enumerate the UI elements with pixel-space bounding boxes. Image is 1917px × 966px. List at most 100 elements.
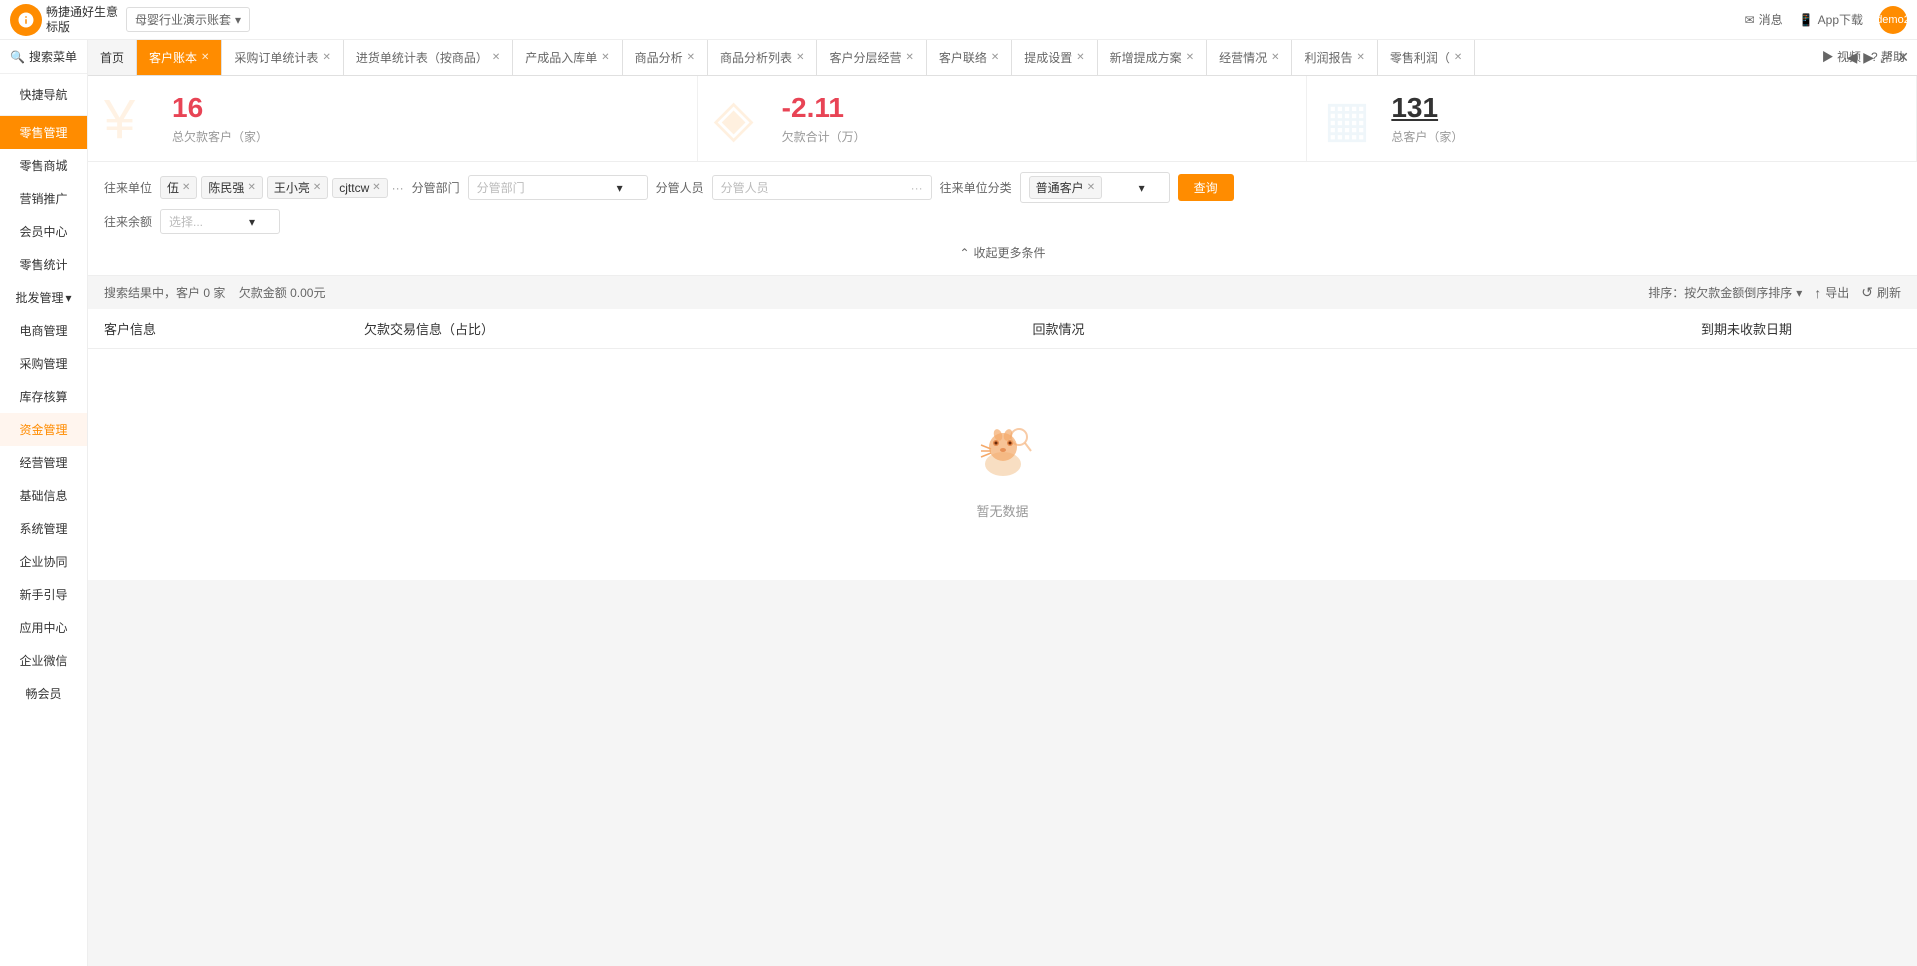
- results-actions: 排序：按欠款金额倒序排序 ▾ ↑ 导出 ↺ 刷新: [1648, 284, 1901, 301]
- account-dropdown[interactable]: 母婴行业演示账套 ▾: [126, 7, 250, 32]
- col-due-date: 到期未收款日期: [1701, 319, 1901, 338]
- tab-close-customer-layer[interactable]: ✕: [905, 52, 913, 63]
- tab-purchase-order[interactable]: 采购订单统计表 ✕: [222, 40, 343, 76]
- tab-close-product-list[interactable]: ✕: [796, 52, 804, 63]
- col-payment: 回款情况: [1033, 319, 1702, 338]
- sidebar-search[interactable]: 🔍 搜索菜单: [0, 40, 87, 74]
- tab-close-raise[interactable]: ✕: [1076, 52, 1084, 63]
- sort-select[interactable]: 排序：按欠款金额倒序排序 ▾: [1648, 284, 1802, 301]
- search-button[interactable]: 查询: [1178, 174, 1234, 201]
- collapse-button[interactable]: ⌃ 收起更多条件: [104, 240, 1901, 265]
- tab-customer-contact[interactable]: 客户联络 ✕: [927, 40, 1012, 76]
- unit-tag-2-close[interactable]: ✕: [313, 182, 321, 193]
- tab-inbound[interactable]: 进货单统计表（按商品） ✕: [344, 40, 513, 76]
- unit-class-filter-select[interactable]: 普通客户 ✕ ▾: [1020, 172, 1170, 203]
- tab-close-product-analysis[interactable]: ✕: [687, 52, 695, 63]
- tab-close-new-raise[interactable]: ✕: [1186, 52, 1194, 63]
- sidebar-item-basic-info[interactable]: 基础信息: [0, 479, 87, 512]
- tab-operation[interactable]: 经营情况 ✕: [1207, 40, 1292, 76]
- unit-tag-3-close[interactable]: ✕: [372, 182, 380, 193]
- results-row: 搜索结果中，客户 0 家 欠款金额 0.00元 排序：按欠款金额倒序排序 ▾: [88, 276, 1917, 309]
- tab-product-analysis-list[interactable]: 商品分析列表 ✕: [708, 40, 817, 76]
- tab-close-accounts[interactable]: ✕: [201, 52, 209, 63]
- sidebar-item-wholesale[interactable]: 批发管理▾: [0, 281, 87, 314]
- tab-close-production[interactable]: ✕: [601, 52, 609, 63]
- stat-credit-amount-value: -2.11: [782, 92, 866, 124]
- results-summary: 搜索结果中，客户 0 家 欠款金额 0.00元: [104, 284, 325, 301]
- logo-text: 畅捷通好生意 标版: [46, 5, 118, 34]
- tab-close-inbound[interactable]: ✕: [492, 52, 500, 63]
- stat-card-credit-customers: ¥ 16 总欠款客户（家）: [88, 76, 698, 161]
- sidebar-item-marketing[interactable]: 营销推广: [0, 182, 87, 215]
- tab-raise-settings[interactable]: 提成设置 ✕: [1012, 40, 1097, 76]
- avatar[interactable]: demo2: [1879, 6, 1907, 34]
- unit-tag-3[interactable]: cjttcw✕: [332, 178, 387, 198]
- unit-tag-2[interactable]: 王小亮✕: [267, 176, 328, 199]
- table-header: 客户信息 欠款交易信息（占比） 回款情况 到期未收款日期: [88, 309, 1917, 349]
- person-filter-input[interactable]: 分管人员 ···: [712, 175, 932, 200]
- refresh-icon: ↺: [1861, 284, 1873, 301]
- filter-row-1: 往来单位 伍✕ 陈民强✕ 王小亮✕ cjttcw✕ ··· 分管部门 分管部门 …: [104, 172, 1901, 203]
- stat-total-customers-value: 131: [1391, 92, 1463, 124]
- tab-profit[interactable]: 利润报告 ✕: [1292, 40, 1377, 76]
- col-credit-info: 欠款交易信息（占比）: [364, 319, 1033, 338]
- unit-filter-tags: 伍✕ 陈民强✕ 王小亮✕ cjttcw✕ ···: [160, 176, 404, 199]
- sidebar-item-retail-mgmt[interactable]: 零售管理: [0, 116, 87, 149]
- sidebar: 🔍 搜索菜单 快捷导航 零售管理 零售商城 营销推广 会员中心 零售统计 批发管…: [0, 40, 88, 966]
- mobile-icon: 📱: [1799, 13, 1814, 27]
- tab-close-customer-contact[interactable]: ✕: [991, 52, 999, 63]
- refresh-button[interactable]: ↺ 刷新: [1861, 284, 1901, 301]
- message-button[interactable]: ✉ 消息: [1745, 11, 1783, 28]
- stat-credit-amount-text: -2.11 欠款合计（万）: [782, 92, 866, 145]
- sidebar-item-retail-stats[interactable]: 零售统计: [0, 248, 87, 281]
- tab-close-retail-profit[interactable]: ✕: [1454, 52, 1462, 63]
- unit-tag-more[interactable]: ···: [392, 181, 404, 195]
- page-content: ▶ 视频 ? 帮助 ¥ 16 总欠款客户（家） ◈ -2.11: [88, 76, 1917, 966]
- unit-tag-1-close[interactable]: ✕: [247, 182, 255, 193]
- unit-tag-0-close[interactable]: ✕: [182, 182, 190, 193]
- stat-card-credit-amount: ◈ -2.11 欠款合计（万）: [698, 76, 1308, 161]
- unit-class-filter-label: 往来单位分类: [940, 179, 1012, 196]
- tab-accounts[interactable]: 客户账本 ✕: [137, 40, 222, 76]
- tab-product-analysis[interactable]: 商品分析 ✕: [623, 40, 708, 76]
- empty-text: 暂无数据: [976, 501, 1028, 520]
- stat-credit-customers-label: 总欠款客户（家）: [172, 128, 268, 145]
- app-download-button[interactable]: 📱 App下载: [1799, 11, 1863, 28]
- unit-class-tag-close[interactable]: ✕: [1087, 182, 1095, 193]
- tab-close-profit[interactable]: ✕: [1357, 52, 1365, 63]
- person-filter-label: 分管人员: [656, 179, 704, 196]
- tab-home[interactable]: 首页: [88, 40, 137, 76]
- sidebar-quick-nav-item[interactable]: 快捷导航: [0, 78, 87, 111]
- sidebar-item-operation[interactable]: 经营管理: [0, 446, 87, 479]
- tab-production[interactable]: 产成品入库单 ✕: [513, 40, 622, 76]
- sidebar-item-corp-wechat[interactable]: 企业微信: [0, 644, 87, 677]
- dept-filter-select[interactable]: 分管部门 ▾: [468, 175, 648, 200]
- sidebar-item-corp-coop[interactable]: 企业协同: [0, 545, 87, 578]
- tab-close-operation[interactable]: ✕: [1271, 52, 1279, 63]
- sidebar-item-app-center[interactable]: 应用中心: [0, 611, 87, 644]
- tab-customer-layer[interactable]: 客户分层经营 ✕: [817, 40, 926, 76]
- unit-tag-1[interactable]: 陈民强✕: [201, 176, 262, 199]
- main-layout: 🔍 搜索菜单 快捷导航 零售管理 零售商城 营销推广 会员中心 零售统计 批发管…: [0, 40, 1917, 966]
- sidebar-item-finance[interactable]: 资金管理: [0, 413, 87, 446]
- sidebar-item-newbie[interactable]: 新手引导: [0, 578, 87, 611]
- sidebar-item-inventory[interactable]: 库存核算: [0, 380, 87, 413]
- stats-row: ¥ 16 总欠款客户（家） ◈ -2.11 欠款合计（万） ▦: [88, 76, 1917, 162]
- export-button[interactable]: ↑ 导出: [1814, 284, 1849, 301]
- tab-retail-profit[interactable]: 零售利润（ ✕: [1378, 40, 1475, 76]
- sidebar-item-ecommerce[interactable]: 电商管理: [0, 314, 87, 347]
- sidebar-item-purchase[interactable]: 采购管理: [0, 347, 87, 380]
- stat-total-customers-text: 131 总客户（家）: [1391, 92, 1463, 145]
- filter-row-2: 往来余额 选择... ▾: [104, 209, 1901, 234]
- tab-new-raise[interactable]: 新增提成方案 ✕: [1098, 40, 1207, 76]
- sidebar-item-vip[interactable]: 畅会员: [0, 677, 87, 710]
- tab-close-purchase[interactable]: ✕: [322, 52, 330, 63]
- unit-tag-0[interactable]: 伍✕: [160, 176, 197, 199]
- search-icon: 🔍: [10, 50, 25, 64]
- unit-class-tag[interactable]: 普通客户 ✕: [1029, 176, 1102, 199]
- sidebar-item-retail-mall[interactable]: 零售商城: [0, 149, 87, 182]
- header-left: 畅捷通好生意 标版 母婴行业演示账套 ▾: [10, 4, 250, 36]
- balance-filter-select[interactable]: 选择... ▾: [160, 209, 280, 234]
- sidebar-item-member[interactable]: 会员中心: [0, 215, 87, 248]
- sidebar-item-system[interactable]: 系统管理: [0, 512, 87, 545]
